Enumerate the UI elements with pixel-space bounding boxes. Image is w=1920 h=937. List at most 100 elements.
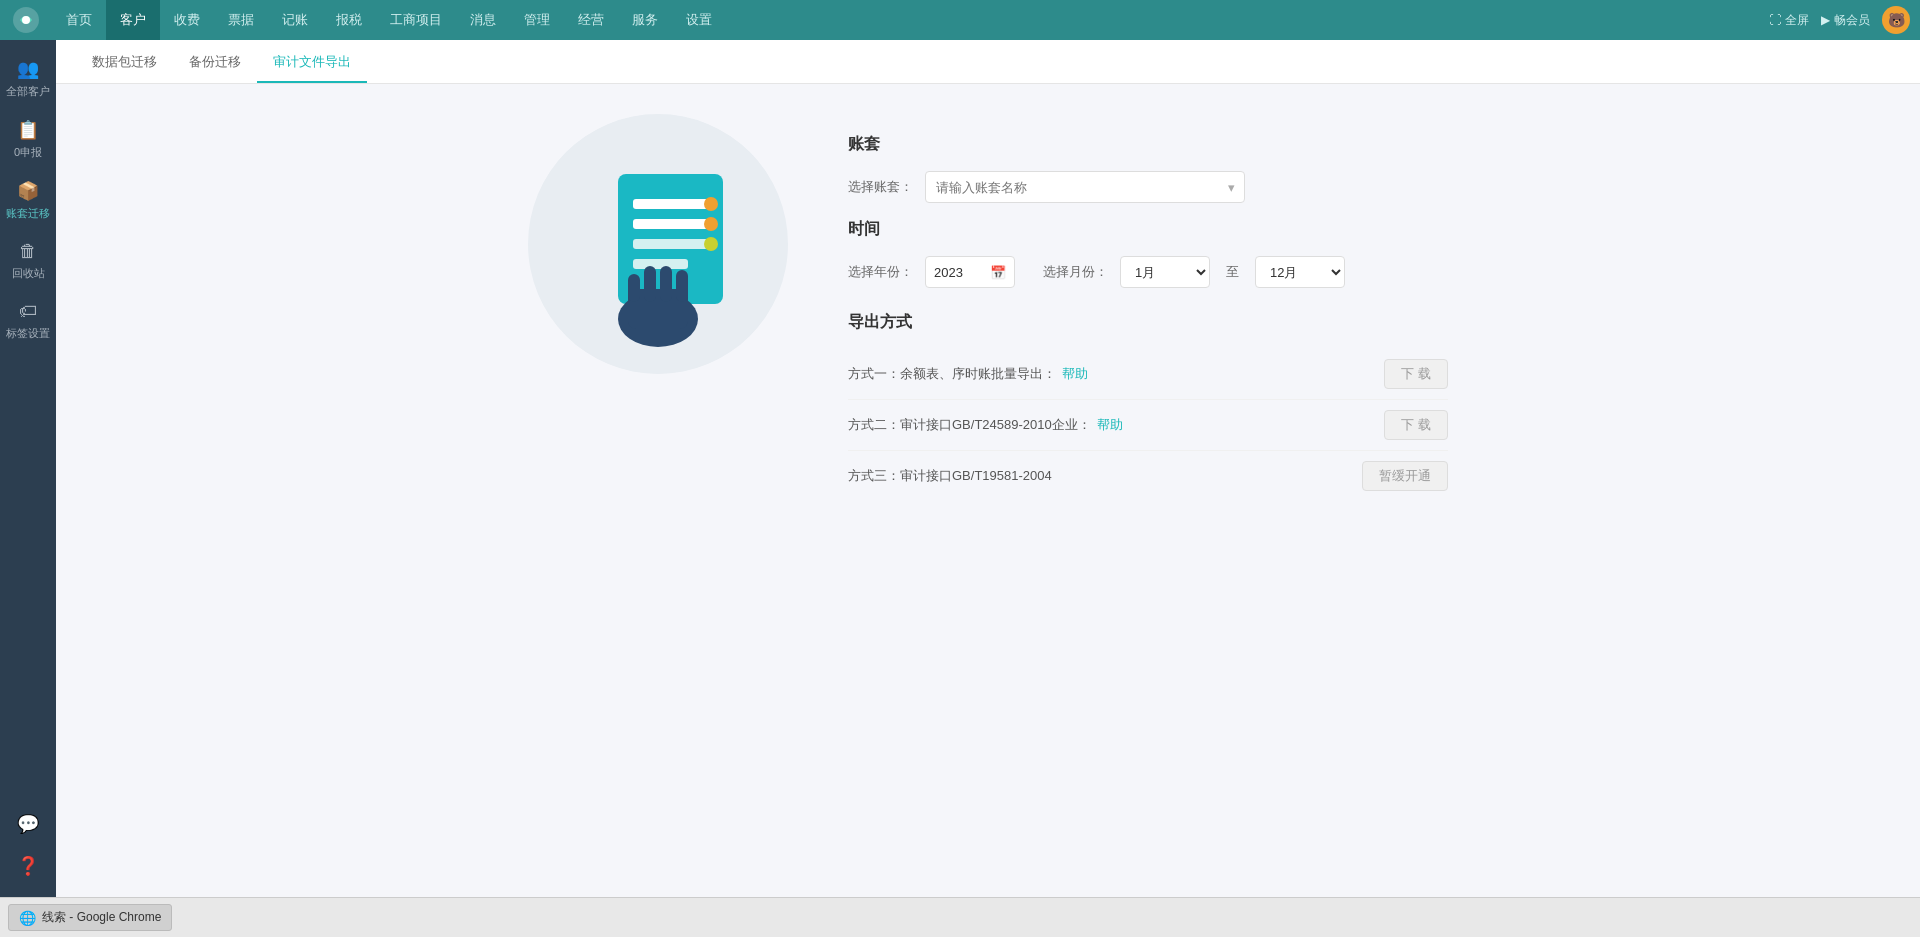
sidebar-item-label: 0申报: [14, 145, 42, 160]
sidebar-item-label: 账套迁移: [6, 206, 50, 221]
svg-point-8: [704, 217, 718, 231]
nav-manage[interactable]: 管理: [510, 0, 564, 40]
export-row-1: 方式一：余额表、序时账批量导出： 帮助 下 载: [848, 349, 1448, 400]
nav-invoice[interactable]: 票据: [214, 0, 268, 40]
user-avatar[interactable]: 🐻: [1882, 6, 1910, 34]
export-method-2-label: 方式二：审计接口GB/T24589-2010企业：: [848, 416, 1091, 434]
svg-rect-4: [633, 219, 708, 229]
recycle-icon: 🗑: [19, 241, 37, 262]
nav-business[interactable]: 工商项目: [376, 0, 456, 40]
svg-rect-15: [676, 270, 688, 302]
sidebar-item-help[interactable]: ❓: [0, 845, 56, 887]
fullscreen-icon: ⛶: [1769, 13, 1781, 27]
export-method-3-label: 方式三：审计接口GB/T19581-2004: [848, 467, 1052, 485]
customers-icon: 👥: [17, 58, 39, 80]
sidebar-item-account-migrate[interactable]: 📦 账套迁移: [0, 170, 56, 231]
svg-point-1: [22, 16, 30, 24]
coming-soon-button[interactable]: 暂缓开通: [1362, 461, 1448, 491]
export-section-title: 导出方式: [848, 312, 1448, 333]
member-icon: ▶: [1821, 13, 1830, 27]
month-label: 选择月份：: [1043, 263, 1108, 281]
calendar-icon: 📅: [990, 265, 1006, 280]
nav-customer[interactable]: 客户: [106, 0, 160, 40]
member-button[interactable]: ▶ 畅会员: [1821, 12, 1870, 29]
migrate-icon: 📦: [17, 180, 39, 202]
fullscreen-label: 全屏: [1785, 12, 1809, 29]
sidebar-item-label: 标签设置: [6, 326, 50, 341]
top-navigation: 首页 客户 收费 票据 记账 报税 工商项目 消息 管理 经营 服务 设置 ⛶ …: [0, 0, 1920, 40]
svg-rect-6: [633, 259, 688, 269]
tab-data-migration[interactable]: 数据包迁移: [76, 43, 173, 83]
app-logo: [10, 4, 42, 36]
content-area: 数据包迁移 备份迁移 审计文件导出: [56, 40, 1920, 897]
svg-point-7: [704, 197, 718, 211]
tags-icon: 🏷: [19, 301, 37, 322]
time-section-title: 时间: [848, 219, 1448, 240]
year-label: 选择年份：: [848, 263, 913, 281]
tab-audit-export[interactable]: 审计文件导出: [257, 43, 367, 83]
sidebar-item-tags[interactable]: 🏷 标签设置: [0, 291, 56, 351]
sidebar-item-recycle[interactable]: 🗑 回收站: [0, 231, 56, 291]
svg-rect-3: [633, 199, 708, 209]
illustration-svg: [558, 134, 758, 354]
nav-billing[interactable]: 收费: [160, 0, 214, 40]
nav-settings[interactable]: 设置: [672, 0, 726, 40]
month-end-select[interactable]: 1月2月3月4月 5月6月7月8月 9月10月11月12月: [1255, 256, 1345, 288]
member-label: 畅会员: [1834, 12, 1870, 29]
year-input[interactable]: [934, 265, 984, 280]
sidebar-item-label: 全部客户: [6, 84, 50, 99]
export-desc-2: 方式二：审计接口GB/T24589-2010企业： 帮助: [848, 416, 1123, 434]
taskbar: 🌐 线索 - Google Chrome: [0, 897, 1920, 937]
illustration-circle: [528, 114, 788, 374]
sidebar-item-label: 回收站: [12, 266, 45, 281]
page-content: 账套 选择账套： ▾ 时间 选择年份： 📅 选择月份：: [56, 84, 1920, 897]
time-row: 选择年份： 📅 选择月份： 1月2月3月4月 5月6月7月8月 9月10月11月…: [848, 256, 1448, 288]
sidebar-item-feedback[interactable]: 💬: [0, 803, 56, 845]
sidebar-bottom: 💬 ❓: [0, 803, 56, 897]
download-button-2[interactable]: 下 载: [1384, 410, 1448, 440]
export-method-1-label: 方式一：余额表、序时账批量导出：: [848, 365, 1056, 383]
taskbar-item-chrome[interactable]: 🌐 线索 - Google Chrome: [8, 904, 172, 931]
export-row-3: 方式三：审计接口GB/T19581-2004 暂缓开通: [848, 451, 1448, 501]
nav-message[interactable]: 消息: [456, 0, 510, 40]
svg-rect-12: [628, 274, 640, 302]
svg-rect-14: [660, 266, 672, 302]
taskbar-item-label: 线索 - Google Chrome: [42, 909, 161, 926]
help-icon: ❓: [17, 855, 39, 877]
feedback-icon: 💬: [17, 813, 39, 835]
tab-backup-migration[interactable]: 备份迁移: [173, 43, 257, 83]
export-row-2: 方式二：审计接口GB/T24589-2010企业： 帮助 下 载: [848, 400, 1448, 451]
accounts-row: 选择账套： ▾: [848, 171, 1448, 203]
chrome-icon: 🌐: [19, 910, 36, 926]
declare-icon: 📋: [17, 119, 39, 141]
illustration-wrap: [528, 114, 788, 374]
nav-home[interactable]: 首页: [52, 0, 106, 40]
export-method-1-help[interactable]: 帮助: [1062, 365, 1088, 383]
accounts-section-title: 账套: [848, 134, 1448, 155]
tabs-bar: 数据包迁移 备份迁移 审计文件导出: [56, 40, 1920, 84]
fullscreen-button[interactable]: ⛶ 全屏: [1769, 12, 1809, 29]
month-start-select[interactable]: 1月2月3月4月 5月6月7月8月 9月10月11月12月: [1120, 256, 1210, 288]
year-input-wrap: 📅: [925, 256, 1015, 288]
sidebar: 👥 全部客户 📋 0申报 📦 账套迁移 🗑 回收站 🏷 标签设置 💬 ❓: [0, 40, 56, 897]
sidebar-item-zero-declare[interactable]: 📋 0申报: [0, 109, 56, 170]
svg-rect-13: [644, 266, 656, 302]
nav-tax[interactable]: 报税: [322, 0, 376, 40]
download-button-1[interactable]: 下 载: [1384, 359, 1448, 389]
nav-right-area: ⛶ 全屏 ▶ 畅会员 🐻: [1769, 6, 1910, 34]
export-desc-1: 方式一：余额表、序时账批量导出： 帮助: [848, 365, 1088, 383]
nav-menu: 首页 客户 收费 票据 记账 报税 工商项目 消息 管理 经营 服务 设置: [52, 0, 1769, 40]
svg-rect-5: [633, 239, 708, 249]
accounts-label: 选择账套：: [848, 178, 913, 196]
main-layout: 👥 全部客户 📋 0申报 📦 账套迁移 🗑 回收站 🏷 标签设置 💬 ❓: [0, 40, 1920, 897]
nav-bookkeeping[interactable]: 记账: [268, 0, 322, 40]
svg-point-9: [704, 237, 718, 251]
nav-service[interactable]: 服务: [618, 0, 672, 40]
accounts-select-input[interactable]: [925, 171, 1245, 203]
form-panel: 账套 选择账套： ▾ 时间 选择年份： 📅 选择月份：: [848, 114, 1448, 501]
export-desc-3: 方式三：审计接口GB/T19581-2004: [848, 467, 1052, 485]
nav-operation[interactable]: 经营: [564, 0, 618, 40]
sidebar-item-all-customers[interactable]: 👥 全部客户: [0, 48, 56, 109]
to-label: 至: [1222, 263, 1243, 281]
export-method-2-help[interactable]: 帮助: [1097, 416, 1123, 434]
